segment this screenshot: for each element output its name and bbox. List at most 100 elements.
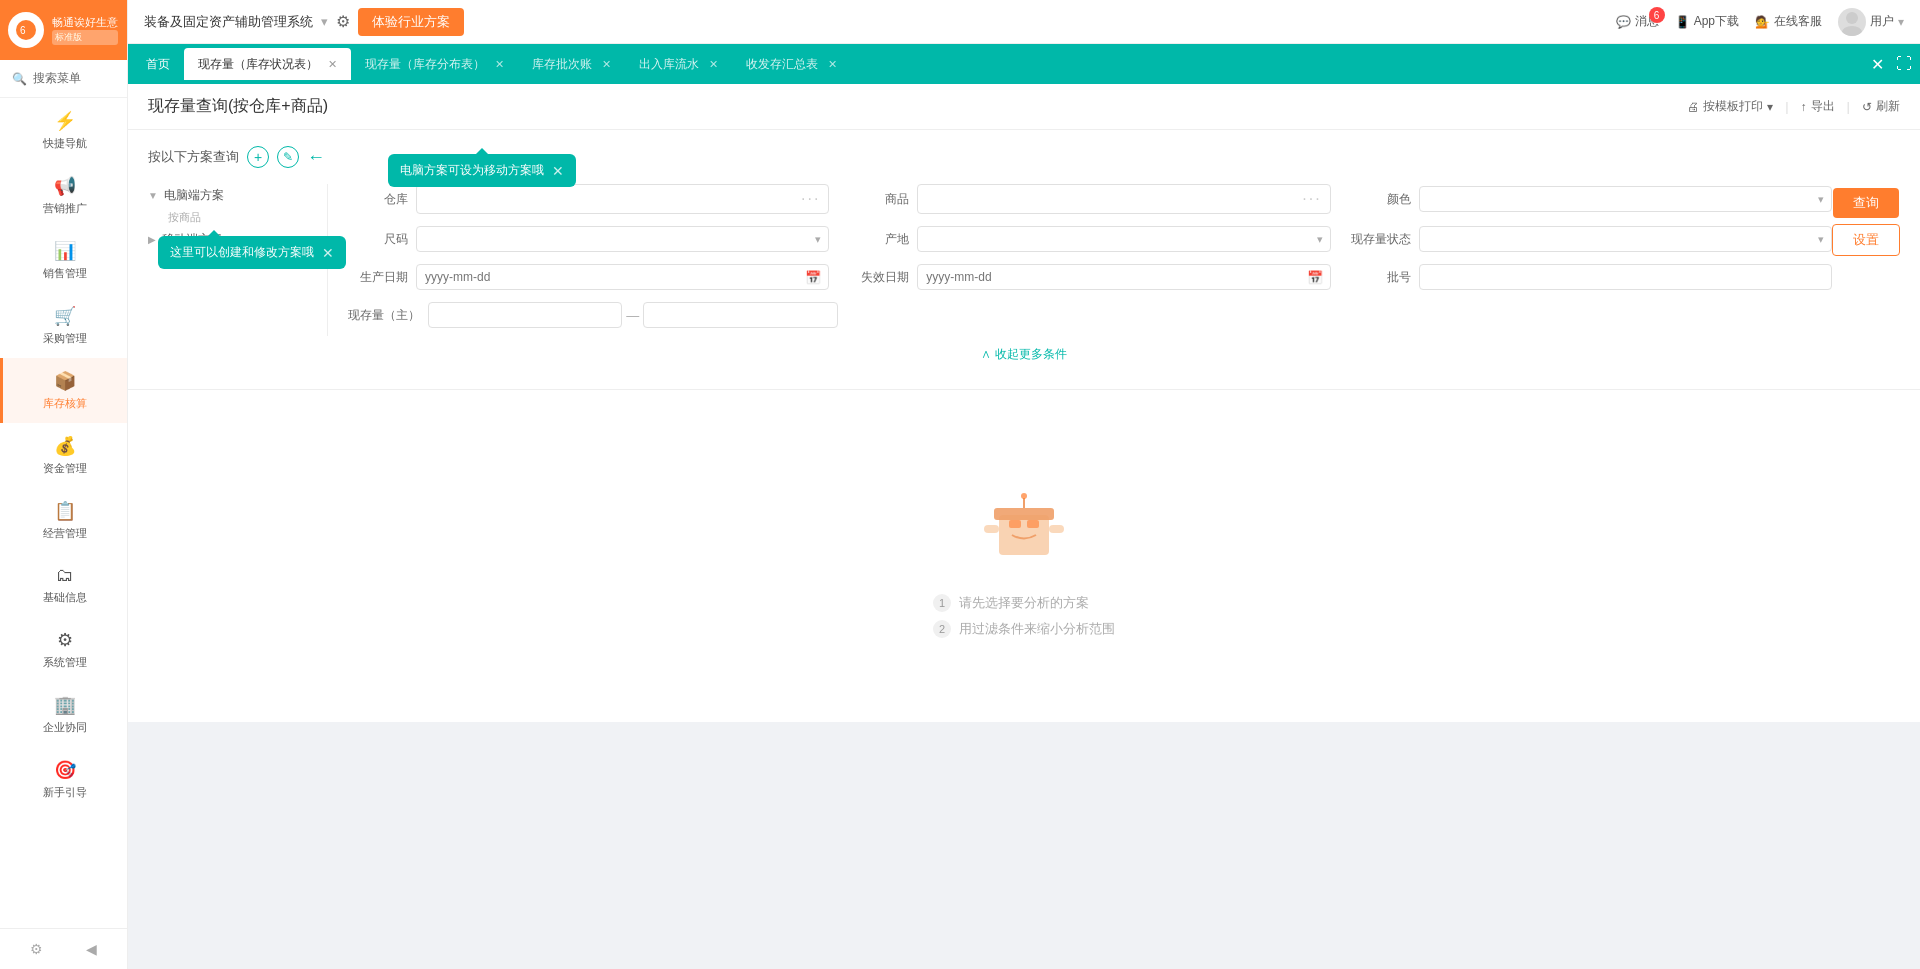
arrow-icon2: ▶ [148,234,156,245]
filter-edit-btn[interactable]: ✎ [277,146,299,168]
sidebar-item-purchase[interactable]: 🛒 采购管理 [0,293,127,358]
sidebar-item-system[interactable]: ⚙ 系统管理 [0,617,127,682]
product-label: 商品 [849,191,909,208]
sidebar-item-basic[interactable]: 🗂 基础信息 [0,553,127,617]
tab-close-inout-flow[interactable]: ✕ [709,58,718,71]
tab-inout-flow[interactable]: 出入库流水 ✕ [625,48,732,80]
search-menu-btn[interactable]: 🔍 搜索菜单 [12,70,115,87]
header-settings-icon[interactable]: ⚙ [336,12,350,31]
product-input[interactable]: ··· [917,184,1330,214]
inventory-icon: 📦 [54,370,76,392]
reset-button[interactable]: 设置 [1832,224,1900,256]
collapse-bar[interactable]: ∧ 收起更多条件 [148,336,1900,373]
system-dropdown-icon[interactable]: ▾ [321,14,328,29]
message-badge: 6 [1649,7,1665,23]
size-label: 尺码 [348,231,408,248]
tab-close-inventory-batch[interactable]: ✕ [602,58,611,71]
range-sep: — [626,308,639,323]
tooltip2-close[interactable]: ✕ [322,245,334,261]
tab-close-inventory-status[interactable]: ✕ [328,58,337,71]
settings-footer-icon[interactable]: ⚙ [30,941,43,957]
tab-fullscreen-btn[interactable]: ⛶ [1892,51,1916,78]
collapse-icon: ∧ [981,347,991,361]
sidebar-item-marketing[interactable]: 📢 营销推广 [0,163,127,228]
prod-date-calendar-icon[interactable]: 📅 [805,270,821,285]
sidebar-item-guide[interactable]: 🎯 新手引导 [0,747,127,812]
step1-text: 请先选择要分析的方案 [959,590,1089,616]
basic-icon: 🗂 [56,565,74,586]
stock-qty-max-input[interactable] [643,302,837,328]
sidebar-item-operations[interactable]: 📋 经营管理 [0,488,127,553]
svg-point-0 [16,20,36,40]
expire-date-label: 失效日期 [849,269,909,286]
sidebar-search[interactable]: 🔍 搜索菜单 [0,60,127,98]
refresh-btn[interactable]: ↺ 刷新 [1862,98,1900,115]
collapse-sidebar-btn[interactable]: ◀ [86,941,97,957]
tab-close-inventory-dist[interactable]: ✕ [495,58,504,71]
sidebar-item-enterprise[interactable]: 🏢 企业协同 [0,682,127,747]
logo-badge: 标准版 [52,30,118,45]
stock-status-label: 现存量状态 [1351,231,1411,248]
warehouse-input[interactable]: ··· [416,184,829,214]
print-btn[interactable]: 🖨 按模板打印 ▾ [1687,98,1773,115]
divider1: | [1785,99,1788,114]
page-content: 现存量查询(按仓库+商品) 🖨 按模板打印 ▾ | ↑ 导出 | ↺ 刷新 [128,84,1920,969]
sidebar-item-inventory[interactable]: 📦 库存核算 [0,358,127,423]
tab-bar: 首页 现存量（库存状况表） ✕ 现存量（库存分布表） ✕ 库存批次账 ✕ 出入库… [128,44,1920,84]
tooltip-scheme-edit: 这里可以创建和修改方案哦 ✕ [158,236,346,269]
sidebar-item-quicknav[interactable]: ⚡ 快捷导航 [0,98,127,163]
quicknav-icon: ⚡ [54,110,76,132]
enterprise-icon: 🏢 [54,694,76,716]
tab-home-label: 首页 [146,56,170,73]
prod-date-input[interactable] [416,264,829,290]
filter-row-2: 尺码 产地 现存量状态 [348,226,1832,252]
user-label: 用户 [1870,13,1894,30]
tooltip1-close[interactable]: ✕ [552,163,564,179]
tab-receipt-summary[interactable]: 收发存汇总表 ✕ [732,48,851,80]
app-download-btn[interactable]: 📱 App下载 [1675,13,1739,30]
tab-close-receipt-summary[interactable]: ✕ [828,58,837,71]
export-btn[interactable]: ↑ 导出 [1801,98,1835,115]
filter-field-origin: 产地 [849,226,1330,252]
stock-status-select[interactable] [1419,226,1832,252]
sidebar-item-sales[interactable]: 📊 销售管理 [0,228,127,293]
filter-back-btn[interactable]: ← [307,147,325,168]
action-buttons: 查询 设置 [1832,184,1900,336]
expire-date-calendar-icon[interactable]: 📅 [1307,270,1323,285]
tab-close-all-btn[interactable]: ✕ [1867,51,1888,78]
stock-qty-min-input[interactable] [428,302,622,328]
step-num-1: 1 [933,594,951,612]
expire-date-input[interactable] [917,264,1330,290]
filter-label: 按以下方案查询 [148,148,239,166]
filter-add-btn[interactable]: + [247,146,269,168]
origin-select[interactable] [917,226,1330,252]
tab-inventory-batch[interactable]: 库存批次账 ✕ [518,48,625,80]
tab-home[interactable]: 首页 [132,48,184,80]
filter-field-stock-status: 现存量状态 [1351,226,1832,252]
size-select-wrapper [416,226,829,252]
user-btn[interactable]: 用户 ▾ [1838,8,1904,36]
empty-step-1: 1 请先选择要分析的方案 [933,590,1115,616]
scheme-tree-desktop[interactable]: ▼ 电脑端方案 [148,184,315,207]
page-actions: 🖨 按模板打印 ▾ | ↑ 导出 | ↺ 刷新 [1687,98,1900,115]
message-btn[interactable]: 💬 消息 6 [1616,13,1659,30]
sidebar-item-label: 新手引导 [43,785,87,800]
warehouse-label: 仓库 [348,191,408,208]
batch-input[interactable] [1419,264,1832,290]
support-btn[interactable]: 💁 在线客服 [1755,13,1822,30]
scheme-desktop-child[interactable]: 按商品 [168,207,315,228]
filter-row-4: 现存量（主） — [348,302,1832,328]
sidebar-item-finance[interactable]: 💰 资金管理 [0,423,127,488]
sidebar-item-label: 资金管理 [43,461,87,476]
tab-inventory-status[interactable]: 现存量（库存状况表） ✕ [184,48,351,80]
svg-rect-5 [994,508,1054,520]
finance-icon: 💰 [54,435,76,457]
search-button[interactable]: 查询 [1833,188,1899,218]
size-select[interactable] [416,226,829,252]
color-select[interactable] [1419,186,1832,212]
trial-button[interactable]: 体验行业方案 [358,8,464,36]
empty-steps: 1 请先选择要分析的方案 2 用过滤条件来缩小分析范围 [933,590,1115,642]
tab-inventory-dist[interactable]: 现存量（库存分布表） ✕ [351,48,518,80]
filter-field-color: 颜色 [1351,184,1832,214]
filter-field-warehouse: 仓库 ··· [348,184,829,214]
